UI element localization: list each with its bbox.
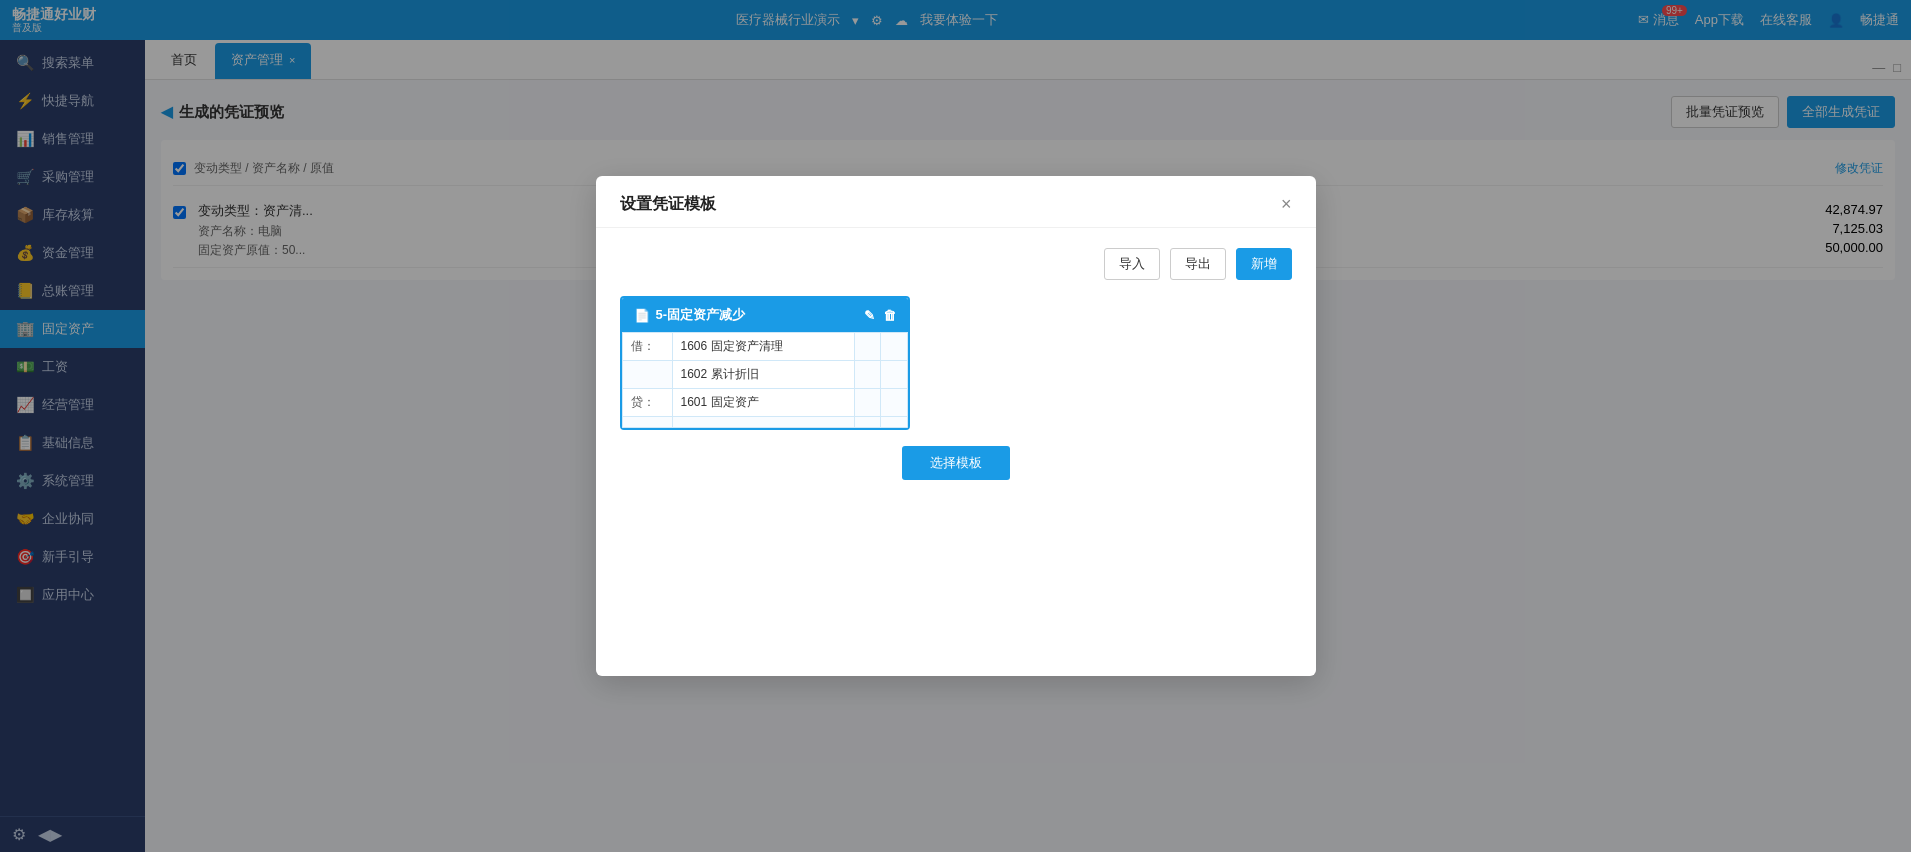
template-header-right: ✎ 🗑 — [864, 308, 896, 323]
credit-label: 贷： — [622, 389, 672, 417]
credit-amount-1606 — [881, 333, 907, 361]
account-code-1606: 1606 固定资产清理 — [672, 333, 855, 361]
modal-toolbar: 导入 导出 新增 — [620, 248, 1292, 280]
template-row-4 — [622, 417, 907, 428]
export-btn[interactable]: 导出 — [1170, 248, 1226, 280]
credit-amount-1602 — [881, 361, 907, 389]
debit-amount-1606 — [855, 333, 881, 361]
account-code-1601: 1601 固定资产 — [672, 389, 855, 417]
modal-overlay[interactable]: 设置凭证模板 × 导入 导出 新增 📄 5-固定资产减少 ✎ 🗑 — [0, 0, 1911, 852]
credit-amount-1601 — [881, 389, 907, 417]
modal-body: 导入 导出 新增 📄 5-固定资产减少 ✎ 🗑 — [596, 228, 1316, 500]
template-card-body: 借： 1606 固定资产清理 1602 累计折旧 贷： — [622, 332, 908, 428]
debit-amount-1602 — [855, 361, 881, 389]
select-template-btn[interactable]: 选择模板 — [902, 446, 1010, 480]
template-name: 5-固定资产减少 — [656, 306, 746, 324]
import-btn[interactable]: 导入 — [1104, 248, 1160, 280]
template-card-header: 📄 5-固定资产减少 ✎ 🗑 — [622, 298, 908, 332]
debit-amount-1601 — [855, 389, 881, 417]
modal-header: 设置凭证模板 × — [596, 176, 1316, 228]
modal-title: 设置凭证模板 — [620, 194, 716, 215]
template-row-2: 1602 累计折旧 — [622, 361, 907, 389]
template-row-1: 借： 1606 固定资产清理 — [622, 333, 907, 361]
select-template-wrap: 选择模板 — [620, 446, 1292, 480]
account-code-1602: 1602 累计折旧 — [672, 361, 855, 389]
template-header-left: 📄 5-固定资产减少 — [634, 306, 746, 324]
new-template-btn[interactable]: 新增 — [1236, 248, 1292, 280]
modal-dialog: 设置凭证模板 × 导入 导出 新增 📄 5-固定资产减少 ✎ 🗑 — [596, 176, 1316, 676]
template-table: 借： 1606 固定资产清理 1602 累计折旧 贷： — [622, 332, 908, 428]
modal-close-btn[interactable]: × — [1281, 194, 1292, 215]
debit-label: 借： — [622, 333, 672, 361]
template-delete-icon[interactable]: 🗑 — [883, 308, 896, 323]
template-doc-icon: 📄 — [634, 308, 650, 323]
template-card[interactable]: 📄 5-固定资产减少 ✎ 🗑 借： 1606 固定资产清理 — [620, 296, 910, 430]
template-edit-icon[interactable]: ✎ — [864, 308, 875, 323]
empty-label — [622, 361, 672, 389]
template-row-3: 贷： 1601 固定资产 — [622, 389, 907, 417]
